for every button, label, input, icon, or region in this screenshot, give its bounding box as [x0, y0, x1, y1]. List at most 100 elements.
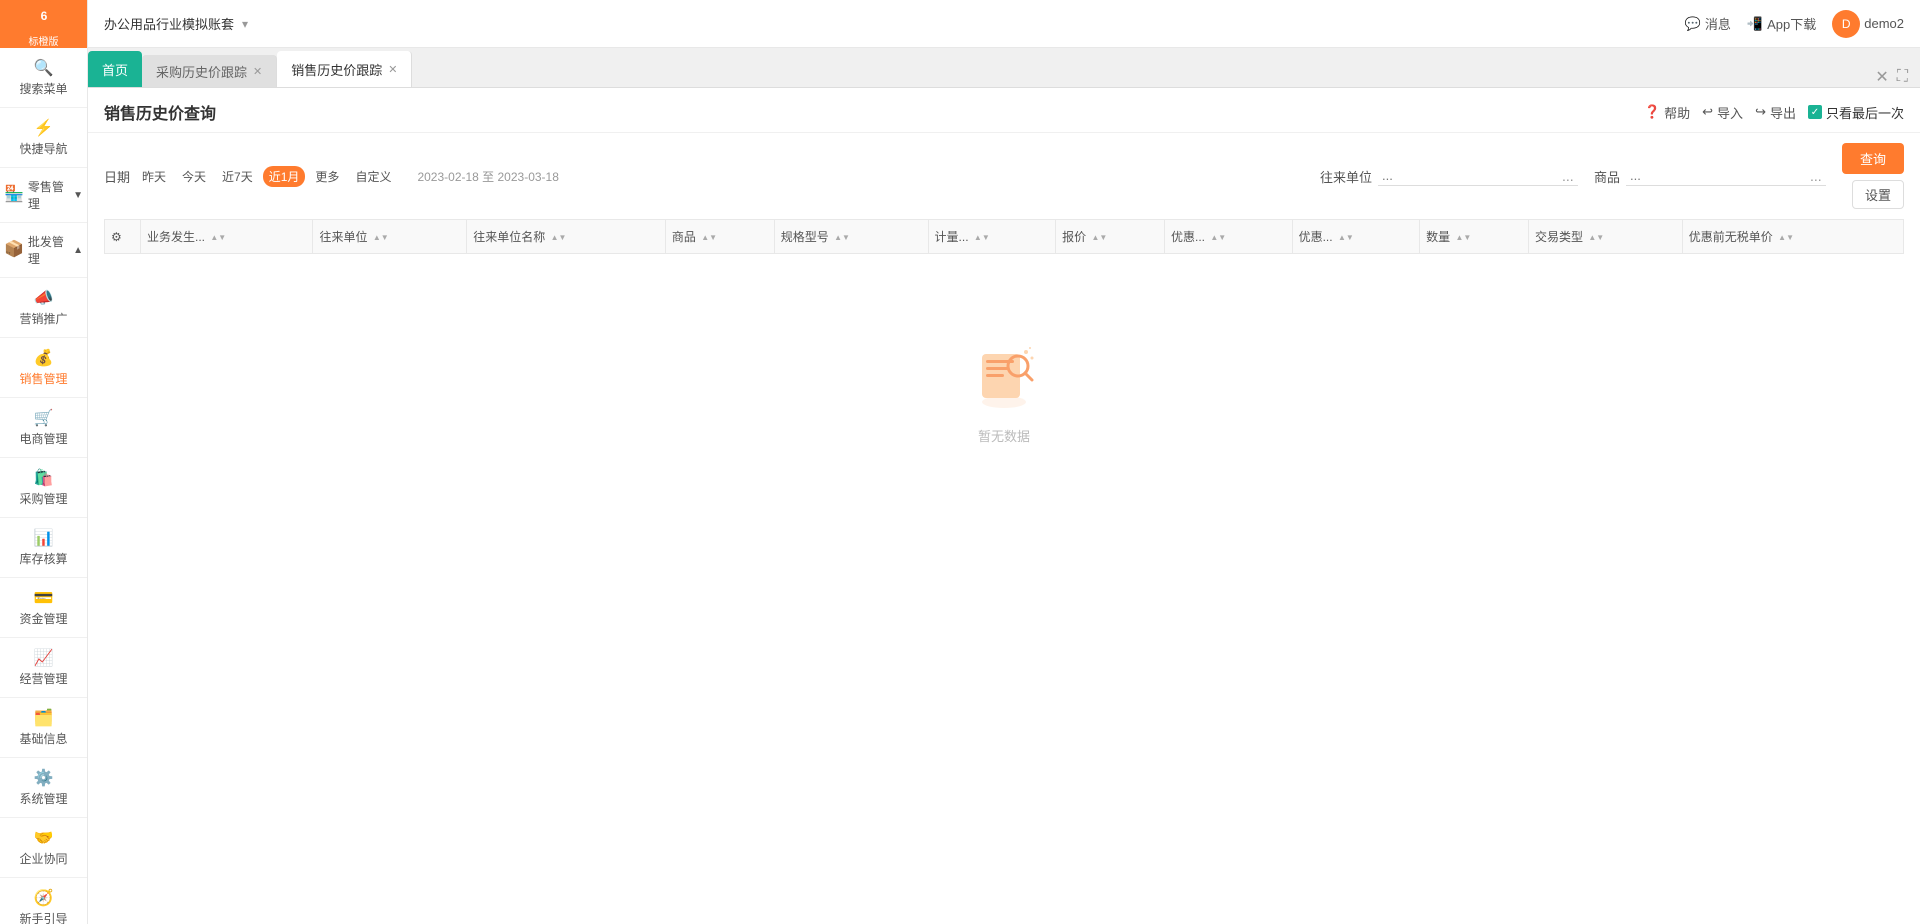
app-download-button[interactable]: 📲 App下载: [1747, 14, 1816, 33]
partner-input[interactable]: [1378, 166, 1562, 185]
close-tab-button[interactable]: ✕: [1875, 67, 1888, 87]
date-btn-1month[interactable]: 近1月: [263, 166, 306, 187]
filter-bar: 日期 昨天 今天 近7天 近1月 更多 自定义 2023-02-18 至 202…: [88, 133, 1920, 219]
sidebar-item-retail-mgmt[interactable]: 🏪 零售管理 ▼: [0, 168, 87, 223]
sort-discount2-icon[interactable]: ▲▼: [1338, 233, 1354, 242]
sidebar-item-search-menu[interactable]: 🔍 搜索菜单: [0, 48, 87, 108]
sidebar-item-finance[interactable]: 💳 资金管理: [0, 578, 87, 638]
sidebar-item-label: 批发管理: [28, 233, 69, 267]
purchase-mgmt-icon: 🛍️: [34, 468, 54, 488]
sidebar-item-marketing[interactable]: 📣 营销推广: [0, 278, 87, 338]
sidebar: 6 标橙版 🔍 搜索菜单 ⚡ 快捷导航 🏪 零售管理 ▼ 📦 批发管理 ▲ 📣 …: [0, 0, 88, 924]
table-col-qty[interactable]: 数量 ▲▼: [1420, 220, 1529, 254]
table-col-discount1[interactable]: 优惠... ▲▼: [1165, 220, 1293, 254]
col-quote-label: 报价: [1062, 230, 1086, 244]
import-button[interactable]: ↩ 导入: [1702, 103, 1743, 122]
sort-goods-icon[interactable]: ▲▼: [701, 233, 717, 242]
tab-sales-history-label: 销售历史价跟踪: [291, 60, 382, 79]
only-last-checkbox[interactable]: [1808, 105, 1822, 119]
partner-filter-label: 往来单位: [1320, 167, 1372, 186]
goods-input[interactable]: [1626, 166, 1810, 185]
sidebar-item-label: 经营管理: [19, 670, 67, 687]
partner-filter: 往来单位 ...: [1320, 166, 1578, 186]
sidebar-item-quick-nav[interactable]: ⚡ 快捷导航: [0, 108, 87, 168]
sort-trade-type-icon[interactable]: ▲▼: [1588, 233, 1604, 242]
tab-purchase-history-close[interactable]: ✕: [253, 65, 262, 78]
table-col-pretax-price[interactable]: 优惠前无税单价 ▲▼: [1682, 220, 1903, 254]
date-btn-7days[interactable]: 近7天: [216, 166, 259, 187]
date-btn-custom[interactable]: 自定义: [349, 166, 397, 187]
sidebar-item-label: 采购管理: [19, 490, 67, 507]
date-btn-more[interactable]: 更多: [309, 166, 345, 187]
sidebar-item-enterprise[interactable]: 🤝 企业协同: [0, 818, 87, 878]
svg-text:6: 6: [40, 9, 47, 23]
tab-purchase-history[interactable]: 采购历史价跟踪 ✕: [142, 55, 277, 87]
sort-quote-icon[interactable]: ▲▼: [1091, 233, 1107, 242]
sidebar-item-system-mgmt[interactable]: ⚙️ 系统管理: [0, 758, 87, 818]
sort-partner-name-icon[interactable]: ▲▼: [551, 233, 567, 242]
col-qty-label: 数量: [1426, 230, 1450, 244]
goods-picker-button[interactable]: ...: [1810, 168, 1822, 184]
sidebar-item-wholesale-mgmt[interactable]: 📦 批发管理 ▲: [0, 223, 87, 278]
app-dropdown-button[interactable]: ▾: [242, 17, 248, 31]
table-col-trade-type[interactable]: 交易类型 ▲▼: [1529, 220, 1683, 254]
query-button[interactable]: 查询: [1842, 143, 1904, 174]
table-col-biz-date[interactable]: 业务发生... ▲▼: [141, 220, 313, 254]
date-filter-label: 日期: [104, 167, 130, 186]
table-col-partner-name[interactable]: 往来单位名称 ▲▼: [467, 220, 666, 254]
sort-spec-icon[interactable]: ▲▼: [834, 233, 850, 242]
tab-home[interactable]: 首页: [88, 51, 142, 87]
sidebar-item-base-info[interactable]: 🗂️ 基础信息: [0, 698, 87, 758]
sidebar-item-label: 资金管理: [19, 610, 67, 627]
sidebar-item-sales-mgmt[interactable]: 💰 销售管理: [0, 338, 87, 398]
sidebar-item-label: 营销推广: [19, 310, 67, 327]
table-col-discount2[interactable]: 优惠... ▲▼: [1292, 220, 1420, 254]
col-partner-code-label: 往来单位: [319, 230, 367, 244]
help-button[interactable]: ❓ 帮助: [1644, 103, 1690, 122]
sales-mgmt-icon: 💰: [34, 348, 54, 368]
sidebar-item-operations[interactable]: 📈 经营管理: [0, 638, 87, 698]
table-col-unit[interactable]: 计量... ▲▼: [928, 220, 1056, 254]
import-icon: ↩: [1702, 104, 1713, 120]
table-col-partner-code[interactable]: 往来单位 ▲▼: [313, 220, 467, 254]
app-download-label: App下载: [1767, 14, 1816, 33]
col-partner-name-label: 往来单位名称: [473, 230, 545, 244]
tab-sales-history-close[interactable]: ✕: [388, 63, 397, 76]
user-profile-button[interactable]: D demo2: [1832, 10, 1904, 38]
tab-sales-history[interactable]: 销售历史价跟踪 ✕: [277, 51, 412, 87]
export-button[interactable]: ↪ 导出: [1755, 103, 1796, 122]
sidebar-item-purchase-mgmt[interactable]: 🛍️ 采购管理: [0, 458, 87, 518]
table-body: 暂无数据: [105, 254, 1904, 526]
sidebar-item-guide[interactable]: 🧭 新手引导: [0, 878, 87, 924]
export-label: 导出: [1770, 103, 1796, 122]
col-pretax-price-label: 优惠前无税单价: [1689, 230, 1773, 244]
sidebar-nav: 🔍 搜索菜单 ⚡ 快捷导航 🏪 零售管理 ▼ 📦 批发管理 ▲ 📣 营销推广 💰…: [0, 48, 87, 924]
search-menu-icon: 🔍: [34, 58, 54, 78]
partner-picker-button[interactable]: ...: [1562, 168, 1574, 184]
maximize-button[interactable]: ⛶: [1897, 68, 1908, 86]
col-unit-label: 计量...: [935, 230, 969, 244]
sort-pretax-price-icon[interactable]: ▲▼: [1778, 233, 1794, 242]
sort-biz-date-icon[interactable]: ▲▼: [210, 233, 226, 242]
only-last-checkbox-label[interactable]: 只看最后一次: [1808, 103, 1904, 122]
message-button[interactable]: 💬 消息: [1685, 14, 1731, 33]
table-col-spec[interactable]: 规格型号 ▲▼: [774, 220, 928, 254]
sort-partner-code-icon[interactable]: ▲▼: [373, 233, 389, 242]
table-col-quote[interactable]: 报价 ▲▼: [1056, 220, 1165, 254]
sort-qty-icon[interactable]: ▲▼: [1456, 233, 1472, 242]
settings-button[interactable]: 设置: [1852, 180, 1904, 209]
empty-state: 暂无数据: [105, 254, 1904, 525]
table-col-gear[interactable]: ⚙: [105, 220, 141, 254]
sidebar-item-ecommerce[interactable]: 🛒 电商管理: [0, 398, 87, 458]
goods-input-wrap: ...: [1626, 166, 1826, 186]
date-btn-yesterday[interactable]: 昨天: [136, 166, 172, 187]
sidebar-item-label: 基础信息: [19, 730, 67, 747]
date-btn-today[interactable]: 今天: [176, 166, 212, 187]
only-last-label: 只看最后一次: [1826, 103, 1904, 122]
sort-unit-icon[interactable]: ▲▼: [974, 233, 990, 242]
table-col-goods[interactable]: 商品 ▲▼: [665, 220, 774, 254]
topbar: 办公用品行业模拟账套 ▾ 💬 消息 📲 App下载 D demo2: [88, 0, 1920, 48]
sort-discount1-icon[interactable]: ▲▼: [1210, 233, 1226, 242]
sidebar-item-inventory[interactable]: 📊 库存核算: [0, 518, 87, 578]
logo[interactable]: 6 标橙版: [0, 0, 87, 48]
